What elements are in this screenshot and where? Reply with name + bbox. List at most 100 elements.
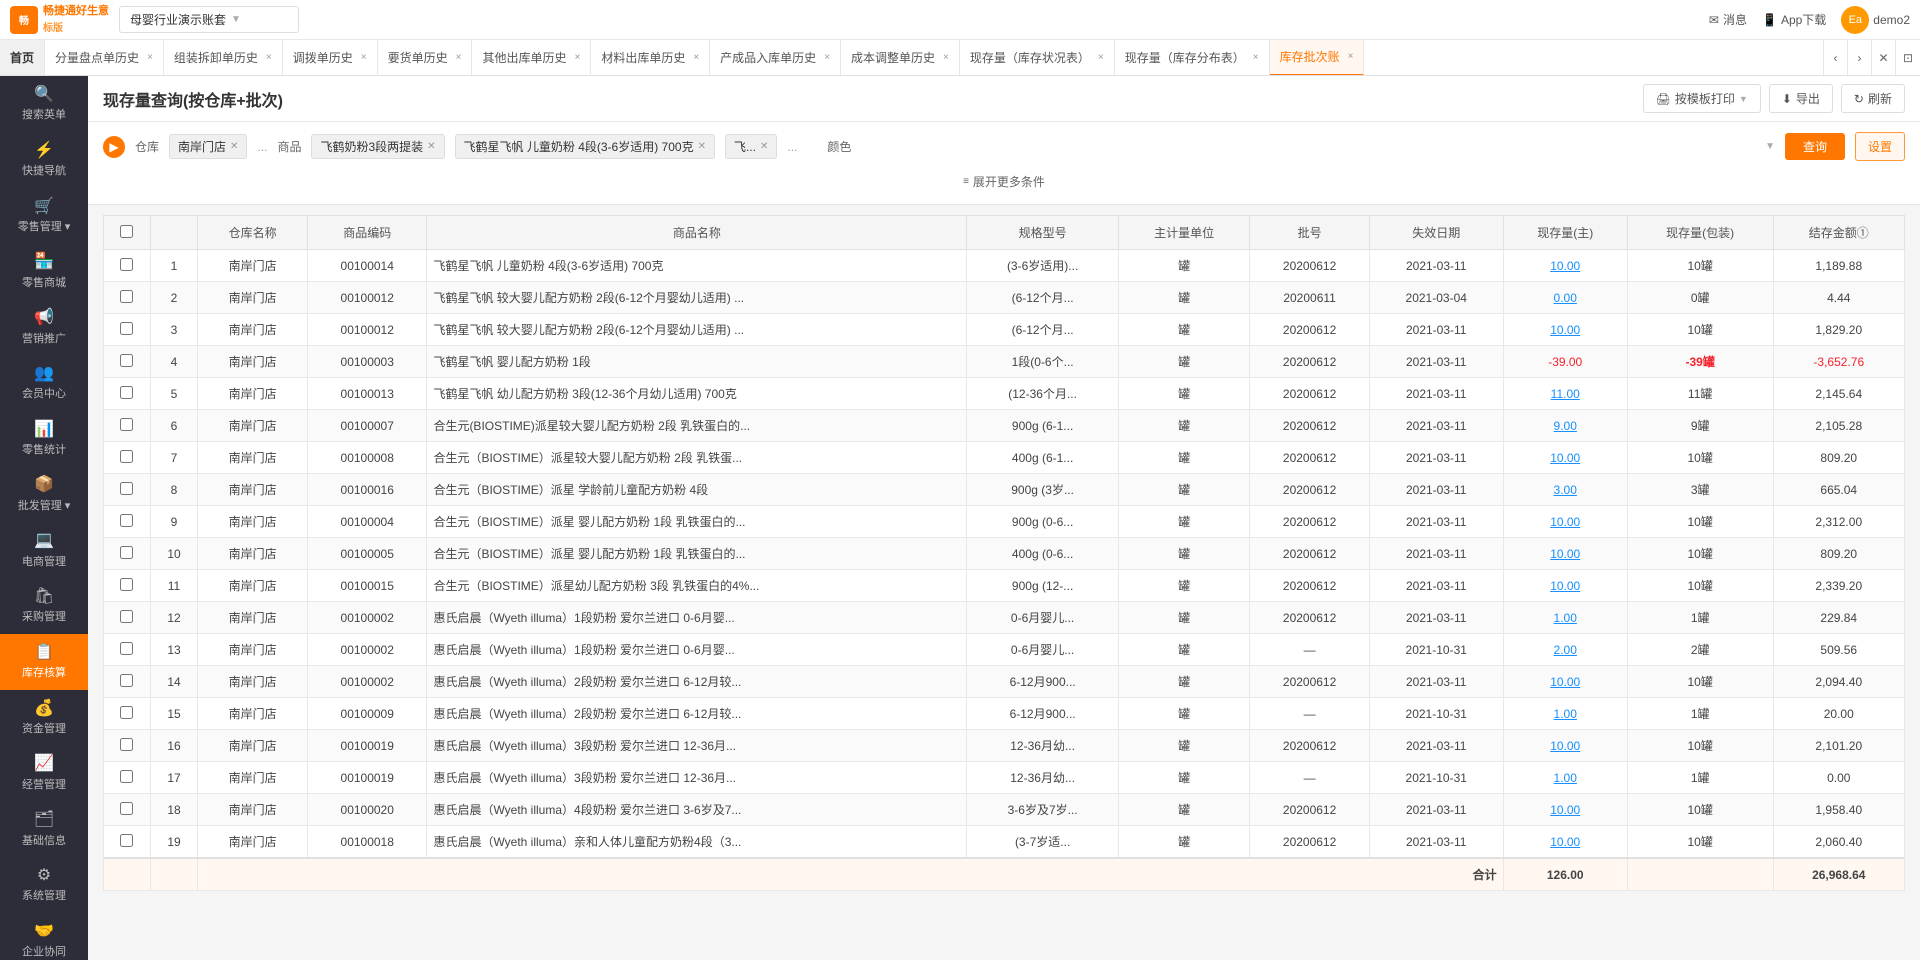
sidebar-item-member[interactable]: 👥会员中心: [0, 355, 88, 411]
sidebar-item-retail-shop[interactable]: 🏪零售商城: [0, 243, 88, 299]
sidebar-item-ecom[interactable]: 💻电商管理: [0, 522, 88, 578]
sidebar-item-basic[interactable]: 🗂基础信息: [0, 801, 88, 857]
messages-btn[interactable]: ✉ 消息: [1709, 11, 1747, 28]
sidebar-item-stats[interactable]: 📊零售统计: [0, 411, 88, 467]
remove-product-2-icon[interactable]: ✕: [698, 141, 706, 152]
export-btn[interactable]: ⬇ 导出: [1769, 84, 1833, 113]
row-warehouse: 南岸门店: [198, 570, 308, 602]
sidebar-item-operation[interactable]: 📈经营管理: [0, 745, 88, 801]
product-tag-2[interactable]: 飞鹤星飞帆 儿童奶粉 4段(3-6岁适用) 700克 ✕: [455, 134, 715, 159]
user-profile[interactable]: Ea demo2: [1841, 6, 1910, 34]
tab-expand-btn[interactable]: ⊡: [1896, 40, 1920, 76]
tab-close-cai-liao[interactable]: ×: [693, 52, 699, 63]
row-checkbox: [104, 666, 151, 698]
product-ellipsis[interactable]: ...: [787, 140, 797, 154]
tab-close-cheng-ben[interactable]: ×: [943, 52, 949, 63]
refresh-btn[interactable]: ↻ 刷新: [1841, 84, 1905, 113]
tab-close-yao-huo[interactable]: ×: [456, 52, 462, 63]
sidebar-item-inventory[interactable]: 📋库存核算: [0, 634, 88, 690]
row-balance: 809.20: [1773, 442, 1904, 474]
tab-fen-pan[interactable]: 分量盘点单历史×: [45, 40, 164, 76]
row-stock-main: 2.00: [1503, 634, 1627, 666]
tab-close-xian-cun-fen[interactable]: ×: [1253, 52, 1259, 63]
row-stock-pkg: 2罐: [1627, 634, 1773, 666]
product-tag-1[interactable]: 飞鹤奶粉3段两提装 ✕: [311, 134, 444, 159]
tab-label-cai-liao: 材料出库单历史: [601, 49, 685, 66]
page-title: 现存量查询(按仓库+批次): [103, 87, 283, 111]
row-stock-pkg: 1罐: [1627, 602, 1773, 634]
expand-more-btn[interactable]: ≡ 展开更多条件: [103, 169, 1905, 194]
row-expire: 2021-03-11: [1369, 570, 1503, 602]
tab-chan-cheng[interactable]: 产成品入库单历史×: [710, 40, 841, 76]
member-icon: 👥: [5, 363, 83, 385]
tab-cheng-ben[interactable]: 成本调整单历史×: [841, 40, 960, 76]
sidebar-item-purchase[interactable]: 🛍采购管理: [0, 578, 88, 634]
sidebar-item-system[interactable]: ⚙系统管理: [0, 857, 88, 913]
sidebar-item-search[interactable]: 🔍搜索英单: [0, 76, 88, 132]
row-seq: 19: [150, 826, 197, 859]
settings-btn[interactable]: 设置: [1855, 132, 1905, 161]
tab-diao-bo[interactable]: 调拨单历史×: [283, 40, 378, 76]
sidebar-item-shortcut[interactable]: ⚡快捷导航: [0, 132, 88, 188]
remove-product-1-icon[interactable]: ✕: [427, 141, 435, 152]
filter-row-1: ▶ 仓库 南岸门店 ✕ ... 商品 飞鹤奶粉3段两提装 ✕ 飞鹤星飞帆 儿童奶…: [103, 132, 1905, 161]
row-expire: 2021-03-11: [1369, 346, 1503, 378]
product-tag-3[interactable]: 飞... ✕: [725, 134, 777, 159]
tab-qi-ta[interactable]: 其他出库单历史×: [472, 40, 591, 76]
remove-product-3-icon[interactable]: ✕: [760, 141, 768, 152]
row-product-code: 00100019: [307, 730, 426, 762]
sidebar-label-search: 搜索英单: [5, 108, 83, 123]
table-row: 14南岸门店00100002惠氏启晨（Wyeth illuma）2段奶粉 爱尔兰…: [104, 666, 1905, 698]
col-header-batch: 批号: [1250, 216, 1369, 250]
tab-ku-cun-pi[interactable]: 库存批次账×: [1270, 40, 1365, 76]
sidebar-label-retail-shop: 零售商城: [5, 276, 83, 291]
warehouse-ellipsis[interactable]: ...: [257, 140, 267, 154]
row-spec: 0-6月婴儿...: [967, 634, 1119, 666]
row-stock-pkg: 3罐: [1627, 474, 1773, 506]
row-product-name: 合生元（BIOSTIME）派星 婴儿配方奶粉 1段 乳铁蛋白的...: [427, 506, 967, 538]
row-batch: 20200611: [1250, 282, 1369, 314]
tab-close-fen-pan[interactable]: ×: [147, 52, 153, 63]
app-download-btn[interactable]: 📱 App下载: [1762, 11, 1826, 28]
row-warehouse: 南岸门店: [198, 538, 308, 570]
print-btn[interactable]: 🖨 按模板打印 ▼: [1643, 84, 1761, 113]
tab-close-ku-cun-pi[interactable]: ×: [1348, 51, 1354, 62]
tab-prev-btn[interactable]: ‹: [1824, 40, 1848, 76]
sidebar-item-marketing[interactable]: 📢营销推广: [0, 299, 88, 355]
row-warehouse: 南岸门店: [198, 762, 308, 794]
tab-yao-huo[interactable]: 要货单历史×: [378, 40, 473, 76]
tab-home[interactable]: 首页: [0, 40, 45, 76]
row-unit: 罐: [1118, 442, 1249, 474]
tab-close-xian-cun-zhuang[interactable]: ×: [1098, 52, 1104, 63]
tab-close-btn[interactable]: ✕: [1872, 40, 1896, 76]
tab-close-qi-ta[interactable]: ×: [574, 52, 580, 63]
sidebar-item-retail[interactable]: 🛒零售管理 ▾: [0, 188, 88, 244]
tab-xian-cun-fen[interactable]: 现存量（库存分布表）×: [1115, 40, 1270, 76]
tab-zu-zhuang[interactable]: 组装拆卸单历史×: [164, 40, 283, 76]
tab-close-diao-bo[interactable]: ×: [361, 52, 367, 63]
remove-warehouse-icon[interactable]: ✕: [230, 141, 238, 152]
tab-xian-cun-zhuang[interactable]: 现存量（库存状况表）×: [960, 40, 1115, 76]
account-selector[interactable]: 母婴行业演示账套 ▼: [119, 6, 299, 33]
row-warehouse: 南岸门店: [198, 666, 308, 698]
col-header-stock_main: 现存量(主): [1503, 216, 1627, 250]
row-warehouse: 南岸门店: [198, 730, 308, 762]
expand-more-icon: ≡: [963, 176, 969, 187]
query-btn[interactable]: 查询: [1785, 133, 1845, 160]
finance-icon: 💰: [5, 698, 83, 720]
expand-toggle-btn[interactable]: ▶: [103, 136, 125, 158]
warehouse-tag[interactable]: 南岸门店 ✕: [169, 134, 247, 159]
row-balance: 2,339.20: [1773, 570, 1904, 602]
sidebar-item-wholesale[interactable]: 📦批发管理 ▾: [0, 466, 88, 522]
tab-close-chan-cheng[interactable]: ×: [824, 52, 830, 63]
row-product-name: 合生元(BIOSTIME)派星较大婴儿配方奶粉 2段 乳铁蛋白的...: [427, 410, 967, 442]
table-row: 8南岸门店00100016合生元（BIOSTIME）派星 学龄前儿童配方奶粉 4…: [104, 474, 1905, 506]
tab-cai-liao[interactable]: 材料出库单历史 ×: [591, 40, 710, 76]
tab-next-btn[interactable]: ›: [1848, 40, 1872, 76]
sidebar-item-enterprise[interactable]: 🤝企业协同: [0, 913, 88, 960]
select-all-checkbox[interactable]: [120, 225, 133, 238]
tab-close-zu-zhuang[interactable]: ×: [266, 52, 272, 63]
top-bar: 畅 畅捷通好生意 标版 母婴行业演示账套 ▼ ✉ 消息 📱 App下载 Ea d…: [0, 0, 1920, 40]
sidebar-item-finance[interactable]: 💰资金管理: [0, 690, 88, 746]
row-unit: 罐: [1118, 634, 1249, 666]
